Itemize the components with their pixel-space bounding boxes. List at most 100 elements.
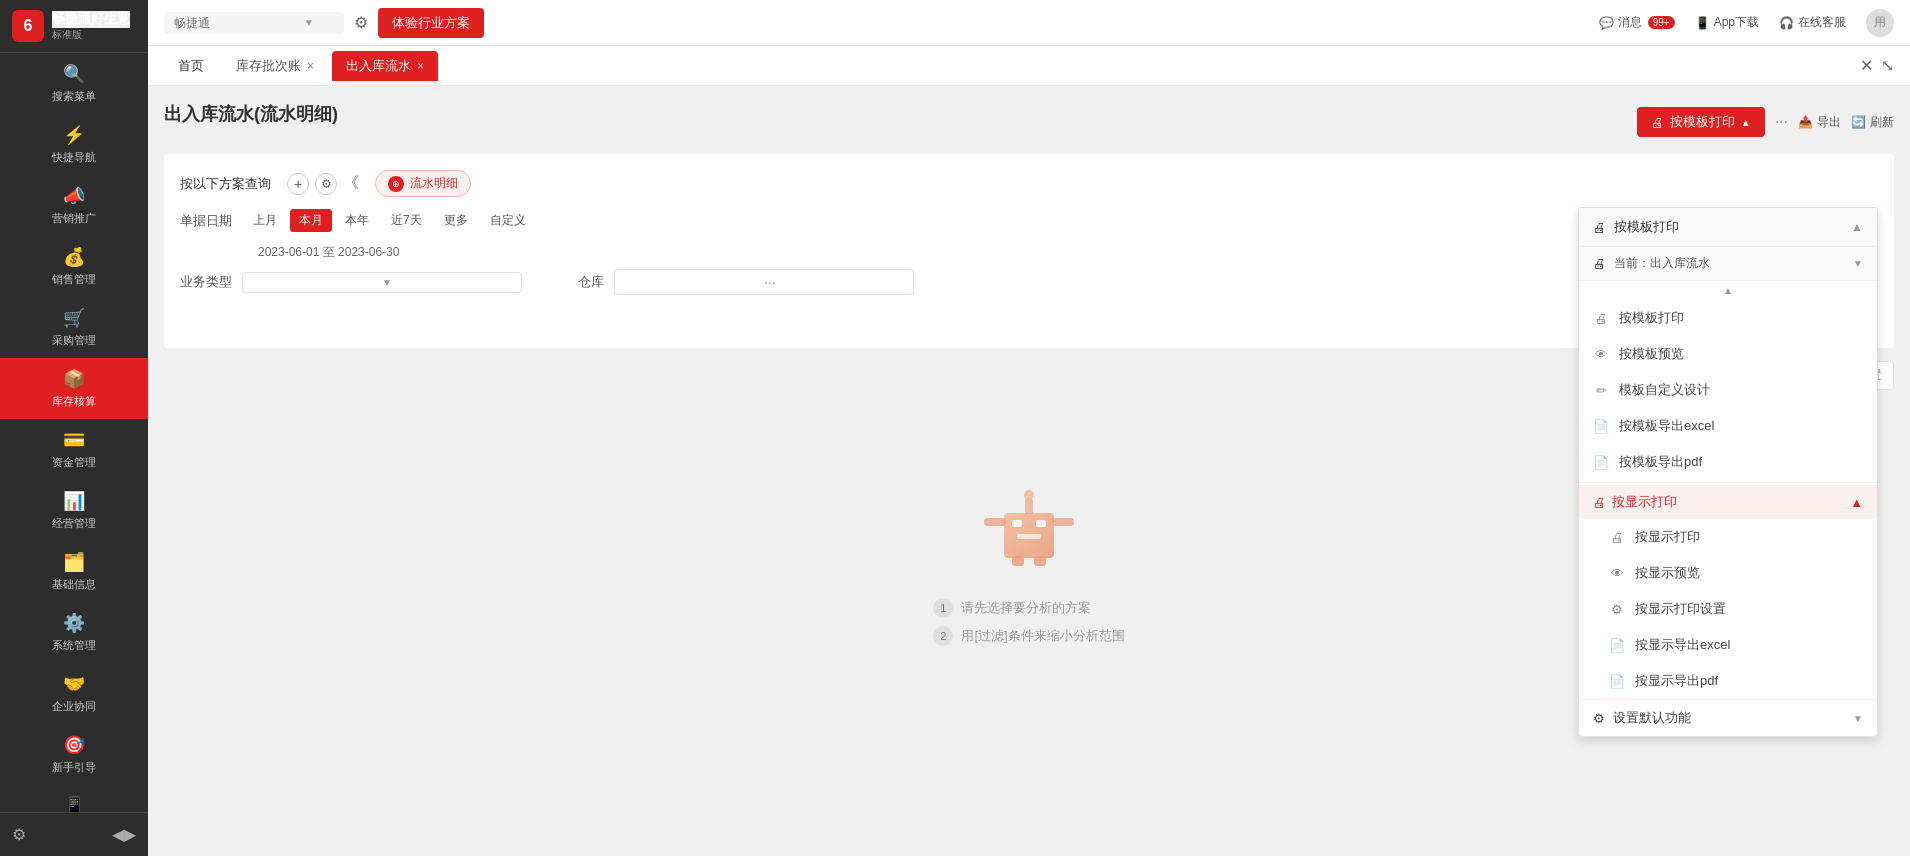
- filter-settings-btn[interactable]: ⚙: [315, 173, 337, 195]
- svg-rect-3: [1017, 534, 1041, 539]
- warehouse-dots[interactable]: ···: [764, 274, 903, 290]
- print-dropdown-collapse-icon[interactable]: ▲: [1851, 220, 1863, 234]
- sidebar-item-quick-nav[interactable]: ⚡ 快捷导航: [0, 114, 148, 175]
- template-custom-item[interactable]: ✏ 模板自定义设计: [1579, 372, 1877, 408]
- sidebar-finance-icon: 💳: [63, 429, 85, 451]
- sidebar-item-app-center[interactable]: 📱 应用中心: [0, 785, 148, 812]
- tab-flow-close[interactable]: ×: [417, 59, 424, 73]
- filter-collapse-btn[interactable]: 《: [343, 173, 359, 194]
- display-settings-item[interactable]: ⚙ 按显示打印设置: [1579, 591, 1877, 627]
- step-1-label: 请先选择要分析的方案: [961, 599, 1091, 617]
- template-print-icon: 🖨: [1593, 310, 1609, 326]
- sidebar-purchase-label: 采购管理: [52, 333, 96, 348]
- template-pdf-icon: 📄: [1593, 454, 1609, 470]
- search-dropdown-icon[interactable]: ▼: [304, 17, 314, 28]
- display-preview-icon: 👁: [1609, 565, 1625, 581]
- filter-tag[interactable]: ⊕ 流水明细: [375, 170, 471, 197]
- date-tab-this-month[interactable]: 本月: [290, 209, 332, 232]
- print-btn[interactable]: 🖨 按模板打印 ▲: [1637, 107, 1765, 137]
- sidebar-item-finance[interactable]: 💳 资金管理: [0, 419, 148, 480]
- date-tab-last-month[interactable]: 上月: [244, 209, 286, 232]
- industry-btn[interactable]: 体验行业方案: [378, 8, 484, 38]
- warehouse-field[interactable]: ···: [614, 269, 914, 295]
- display-group-header[interactable]: 🖨 按显示打印 ▲: [1579, 485, 1877, 519]
- tab-flow[interactable]: 出入库流水 ×: [332, 51, 438, 81]
- sidebar-item-basic-info[interactable]: 🗂️ 基础信息: [0, 541, 148, 602]
- export-btn[interactable]: 📤 导出: [1798, 114, 1841, 131]
- sidebar-item-sales[interactable]: 💰 销售管理: [0, 236, 148, 297]
- date-tab-this-year[interactable]: 本年: [336, 209, 378, 232]
- print-icon: 🖨: [1651, 115, 1664, 130]
- display-excel-item[interactable]: 📄 按显示导出excel: [1579, 627, 1877, 663]
- business-type-field[interactable]: ▼: [242, 272, 522, 293]
- current-template-label: 当前：出入库流水: [1614, 255, 1710, 272]
- settings-footer-icon[interactable]: ⚙: [12, 825, 26, 844]
- sidebar-operations-label: 经营管理: [52, 516, 96, 531]
- sidebar-item-operations[interactable]: 📊 经营管理: [0, 480, 148, 541]
- sidebar-item-marketing[interactable]: 📣 营销推广: [0, 175, 148, 236]
- sidebar-scroll: 🔍 搜索菜单 ⚡ 快捷导航 📣 营销推广 💰 销售管理 🛒 采购管理 📦 库存核…: [0, 53, 148, 812]
- sidebar-basic-info-icon: 🗂️: [63, 551, 85, 573]
- user-avatar[interactable]: 用: [1866, 9, 1894, 37]
- set-default-footer[interactable]: ⚙ 设置默认功能 ▼: [1579, 699, 1877, 736]
- sidebar-item-inventory[interactable]: 📦 库存核算: [0, 358, 148, 419]
- sidebar-item-search[interactable]: 🔍 搜索菜单: [0, 53, 148, 114]
- sidebar-inventory-label: 库存核算: [52, 394, 96, 409]
- set-default-icon: ⚙: [1593, 711, 1605, 726]
- sidebar-finance-label: 资金管理: [52, 455, 96, 470]
- refresh-label: 刷新: [1870, 114, 1894, 131]
- app-download-btn[interactable]: 📱 App下载: [1695, 14, 1759, 31]
- online-service-label: 在线客服: [1798, 14, 1846, 31]
- filter-tag-icon: ⊕: [388, 176, 404, 192]
- online-service-btn[interactable]: 🎧 在线客服: [1779, 14, 1846, 31]
- scroll-up-arrow[interactable]: ▲: [1579, 281, 1877, 300]
- template-excel-item[interactable]: 📄 按模板导出excel: [1579, 408, 1877, 444]
- display-excel-label: 按显示导出excel: [1635, 636, 1730, 654]
- date-tab-7days[interactable]: 近7天: [382, 209, 431, 232]
- filter-add-btn[interactable]: +: [287, 173, 309, 195]
- refresh-btn[interactable]: 🔄 刷新: [1851, 114, 1894, 131]
- headset-icon: 🎧: [1779, 16, 1794, 30]
- date-range-display: 2023-06-01 至 2023-06-30: [258, 245, 399, 259]
- sidebar-sales-icon: 💰: [63, 246, 85, 268]
- date-tab-more[interactable]: 更多: [435, 209, 477, 232]
- sidebar-marketing-icon: 📣: [63, 185, 85, 207]
- export-label: 导出: [1817, 114, 1841, 131]
- app-download-label: App下载: [1714, 14, 1759, 31]
- tab-close-btn[interactable]: ✕: [1860, 56, 1873, 75]
- sidebar-basic-info-label: 基础信息: [52, 577, 96, 592]
- sidebar-marketing-label: 营销推广: [52, 211, 96, 226]
- display-group-arrow: ▲: [1850, 495, 1863, 510]
- template-pdf-item[interactable]: 📄 按模板导出pdf: [1579, 444, 1877, 480]
- sidebar-item-enterprise[interactable]: 🤝 企业协同: [0, 663, 148, 724]
- template-preview-item[interactable]: 👁 按模板预览: [1579, 336, 1877, 372]
- empty-step-2: 2 用[过滤]条件来缩小分析范围: [933, 626, 1124, 646]
- toolbar-more-icon[interactable]: ···: [1775, 113, 1788, 131]
- logo-icon: 6: [12, 10, 44, 42]
- display-pdf-item[interactable]: 📄 按显示导出pdf: [1579, 663, 1877, 699]
- tab-home[interactable]: 首页: [164, 51, 218, 81]
- message-icon: 💬: [1599, 16, 1614, 30]
- filter-actions: + ⚙ 《: [287, 173, 359, 195]
- sidebar-item-guide[interactable]: 🎯 新手引导: [0, 724, 148, 785]
- display-preview-item[interactable]: 👁 按显示预览: [1579, 555, 1877, 591]
- step-2-label: 用[过滤]条件来缩小分析范围: [961, 627, 1124, 645]
- sidebar-purchase-icon: 🛒: [63, 307, 85, 329]
- search-input[interactable]: [174, 16, 304, 30]
- topbar-gear-icon[interactable]: ⚙: [354, 13, 368, 32]
- sidebar-enterprise-icon: 🤝: [63, 673, 85, 695]
- collapse-footer-icon[interactable]: ◀▶: [112, 825, 136, 844]
- tab-inventory-batch-close[interactable]: ×: [307, 59, 314, 73]
- message-btn[interactable]: 💬 消息 99+: [1599, 14, 1675, 31]
- tab-maximize-btn[interactable]: ⤡: [1881, 56, 1894, 75]
- template-print-item[interactable]: 🖨 按模板打印: [1579, 300, 1877, 336]
- date-tab-custom[interactable]: 自定义: [481, 209, 535, 232]
- sidebar-footer: ⚙ ◀▶: [0, 812, 148, 856]
- display-print-item[interactable]: 🖨 按显示打印: [1579, 519, 1877, 555]
- sidebar-item-system[interactable]: ⚙️ 系统管理: [0, 602, 148, 663]
- tab-inventory-batch[interactable]: 库存批次账 ×: [222, 51, 328, 81]
- search-wrapper[interactable]: ▼: [164, 12, 344, 34]
- template-custom-label: 模板自定义设计: [1619, 381, 1710, 399]
- sidebar-item-purchase[interactable]: 🛒 采购管理: [0, 297, 148, 358]
- tab-home-label: 首页: [178, 57, 204, 75]
